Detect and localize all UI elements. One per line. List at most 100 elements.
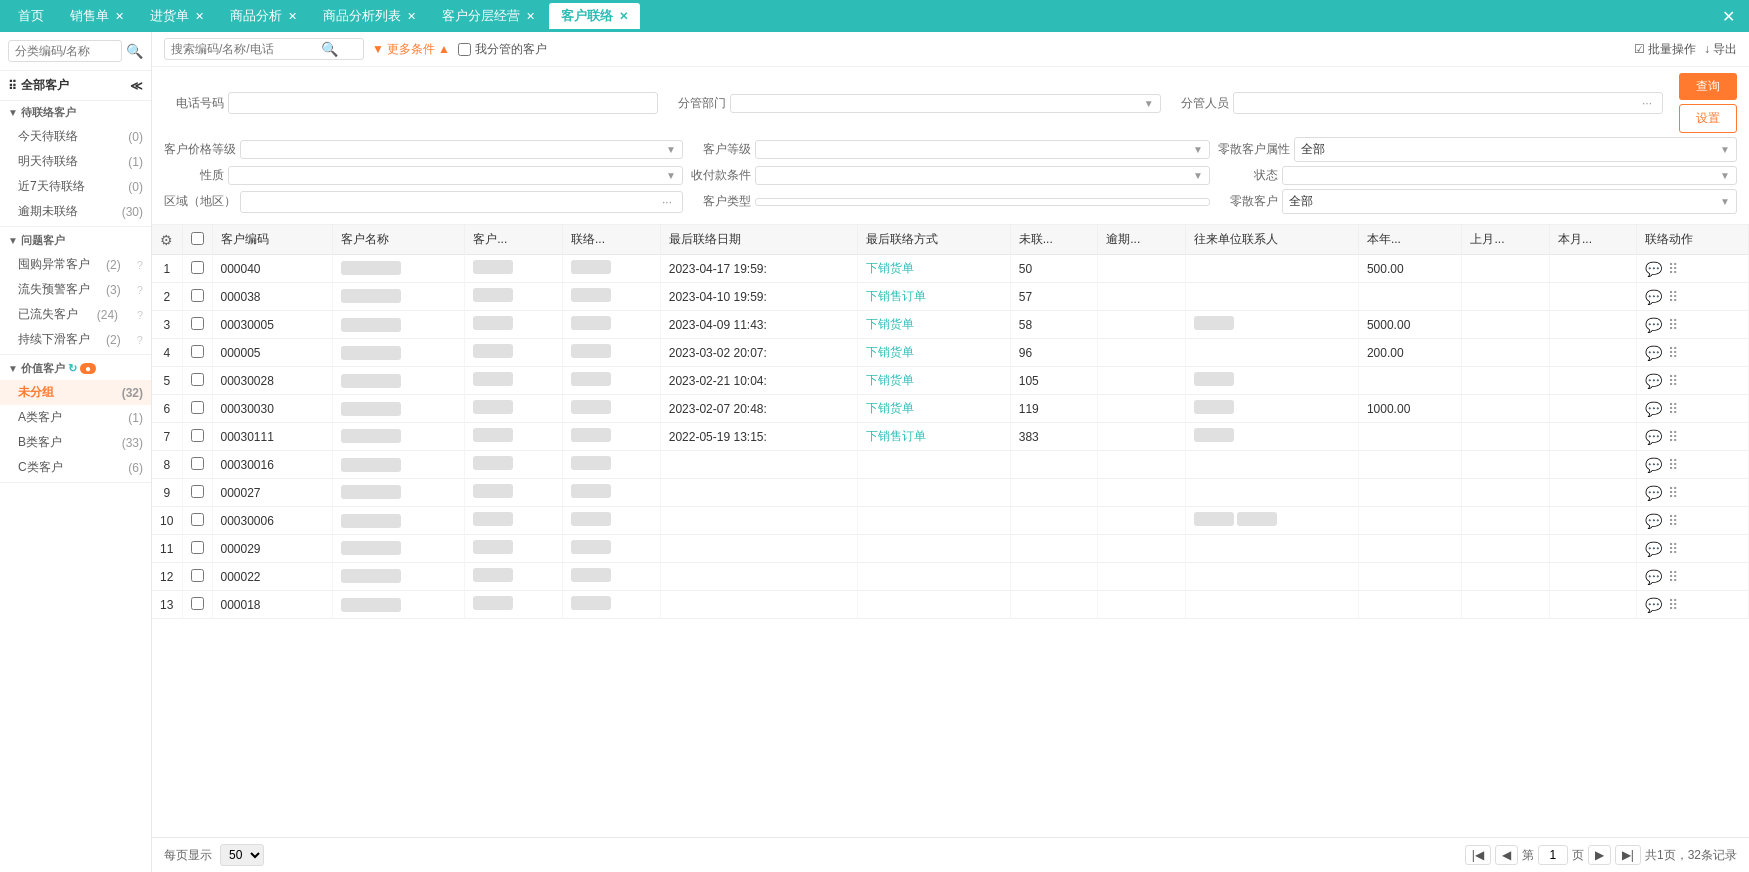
per-page-select[interactable]: 50: [220, 844, 264, 866]
sidebar-search-input[interactable]: [8, 40, 122, 62]
row-checkbox[interactable]: [191, 261, 204, 274]
sidebar-item-已流失客户[interactable]: 已流失客户(24)?: [0, 302, 151, 327]
sidebar-item-明天待联络[interactable]: 明天待联络(1): [0, 149, 151, 174]
sidebar-item-囤购异常客户[interactable]: 囤购异常客户(2)?: [0, 252, 151, 277]
refresh-icon[interactable]: ↻: [68, 362, 77, 375]
message-icon[interactable]: 💬: [1645, 317, 1662, 333]
message-icon[interactable]: 💬: [1645, 569, 1662, 585]
contact-method-link[interactable]: 下销售订单: [866, 429, 926, 443]
next-page-button[interactable]: ▶: [1588, 845, 1611, 865]
filter-more-conditions[interactable]: ▼ 更多条件 ▲: [372, 41, 450, 58]
query-button[interactable]: 查询: [1679, 73, 1737, 100]
tab-close-icon[interactable]: ✕: [619, 10, 628, 23]
sidebar-group-label[interactable]: ▼ 价值客户 ↻ ●: [0, 357, 151, 380]
my-customers-checkbox[interactable]: [458, 43, 471, 56]
row-checkbox[interactable]: [191, 345, 204, 358]
message-icon[interactable]: 💬: [1645, 597, 1662, 613]
sidebar-item-B类客户[interactable]: B类客户(33): [0, 430, 151, 455]
dept-select[interactable]: ▼: [730, 94, 1160, 113]
message-icon[interactable]: 💬: [1645, 289, 1662, 305]
price-level-select[interactable]: ▼: [240, 140, 683, 159]
sidebar-item-逾期未联络[interactable]: 逾期未联络(30): [0, 199, 151, 224]
prev-page-button[interactable]: ◀: [1495, 845, 1518, 865]
help-icon[interactable]: ?: [137, 259, 143, 271]
help-icon[interactable]: ?: [137, 309, 143, 321]
last-page-button[interactable]: ▶|: [1615, 845, 1641, 865]
row-checkbox[interactable]: [191, 317, 204, 330]
filter-search-icon[interactable]: 🔍: [321, 41, 338, 57]
nav-tab-商品分析列表[interactable]: 商品分析列表 ✕: [311, 3, 428, 29]
nav-tab-销售单[interactable]: 销售单 ✕: [58, 3, 136, 29]
message-icon[interactable]: 💬: [1645, 261, 1662, 277]
collapse-icon[interactable]: ≪: [130, 79, 143, 93]
row-checkbox[interactable]: [191, 457, 204, 470]
help-icon[interactable]: ?: [137, 334, 143, 346]
customer-level-select[interactable]: ▼: [755, 140, 1210, 159]
more-icon[interactable]: ⠿: [1668, 289, 1678, 305]
more-icon[interactable]: ⠿: [1668, 401, 1678, 417]
status-select[interactable]: ▼: [1282, 166, 1737, 185]
more-icon[interactable]: ⠿: [1668, 597, 1678, 613]
tab-close-icon[interactable]: ✕: [195, 10, 204, 23]
contact-method-link[interactable]: 下销售订单: [866, 289, 926, 303]
zero-retail-select[interactable]: 全部▼: [1282, 189, 1737, 214]
sidebar-item-A类客户[interactable]: A类客户(1): [0, 405, 151, 430]
phone-input[interactable]: [228, 92, 658, 114]
more-icon[interactable]: ⠿: [1668, 373, 1678, 389]
row-checkbox[interactable]: [191, 429, 204, 442]
more-icon[interactable]: ⠿: [1668, 513, 1678, 529]
zero-retail-attr-select[interactable]: 全部▼: [1294, 137, 1737, 162]
sidebar-group-label[interactable]: ▼ 待联络客户: [0, 101, 151, 124]
contact-method-link[interactable]: 下销货单: [866, 317, 914, 331]
nav-tab-客户分层经营[interactable]: 客户分层经营 ✕: [430, 3, 547, 29]
row-checkbox[interactable]: [191, 597, 204, 610]
filter-search-input[interactable]: [171, 42, 321, 56]
current-page-input[interactable]: [1538, 845, 1568, 865]
message-icon[interactable]: 💬: [1645, 429, 1662, 445]
more-icon[interactable]: ⠿: [1668, 457, 1678, 473]
row-checkbox[interactable]: [191, 401, 204, 414]
contact-method-link[interactable]: 下销货单: [866, 373, 914, 387]
message-icon[interactable]: 💬: [1645, 373, 1662, 389]
payment-select[interactable]: ▼: [755, 166, 1210, 185]
region-dots[interactable]: ···: [658, 195, 676, 209]
more-icon[interactable]: ⠿: [1668, 569, 1678, 585]
tab-close-icon[interactable]: ✕: [407, 10, 416, 23]
sidebar-item-持续下滑客户[interactable]: 持续下滑客户(2)?: [0, 327, 151, 352]
region-select[interactable]: ···: [240, 191, 683, 213]
nav-home[interactable]: 首页: [8, 3, 54, 29]
sidebar-group-label[interactable]: ▼ 问题客户: [0, 229, 151, 252]
row-checkbox[interactable]: [191, 289, 204, 302]
row-checkbox[interactable]: [191, 541, 204, 554]
select-all-checkbox[interactable]: [191, 232, 204, 245]
my-customers-filter[interactable]: 我分管的客户: [458, 41, 547, 58]
help-icon[interactable]: ?: [137, 284, 143, 296]
message-icon[interactable]: 💬: [1645, 513, 1662, 529]
message-icon[interactable]: 💬: [1645, 485, 1662, 501]
first-page-button[interactable]: |◀: [1465, 845, 1491, 865]
sidebar-item-未分组[interactable]: 未分组(32): [0, 380, 151, 405]
sidebar-search-icon[interactable]: 🔍: [126, 43, 143, 59]
window-close-button[interactable]: ✕: [1716, 7, 1741, 26]
sidebar-item-C类客户[interactable]: C类客户(6): [0, 455, 151, 480]
more-icon[interactable]: ⠿: [1668, 541, 1678, 557]
contact-method-link[interactable]: 下销货单: [866, 261, 914, 275]
more-icon[interactable]: ⠿: [1668, 485, 1678, 501]
nav-tab-客户联络[interactable]: 客户联络 ✕: [549, 3, 640, 29]
message-icon[interactable]: 💬: [1645, 541, 1662, 557]
nav-tab-商品分析[interactable]: 商品分析 ✕: [218, 3, 309, 29]
more-icon[interactable]: ⠿: [1668, 345, 1678, 361]
sidebar-item-近7天待联络[interactable]: 近7天待联络(0): [0, 174, 151, 199]
message-icon[interactable]: 💬: [1645, 401, 1662, 417]
more-icon[interactable]: ⠿: [1668, 261, 1678, 277]
contact-method-link[interactable]: 下销货单: [866, 401, 914, 415]
contact-method-link[interactable]: 下销货单: [866, 345, 914, 359]
row-checkbox[interactable]: [191, 485, 204, 498]
more-icon[interactable]: ⠿: [1668, 317, 1678, 333]
reset-button[interactable]: 设置: [1679, 104, 1737, 133]
nature-select[interactable]: ▼: [228, 166, 683, 185]
sidebar-item-今天待联络[interactable]: 今天待联络(0): [0, 124, 151, 149]
table-settings-icon[interactable]: ⚙: [160, 232, 173, 248]
message-icon[interactable]: 💬: [1645, 345, 1662, 361]
nav-tab-进货单[interactable]: 进货单 ✕: [138, 3, 216, 29]
